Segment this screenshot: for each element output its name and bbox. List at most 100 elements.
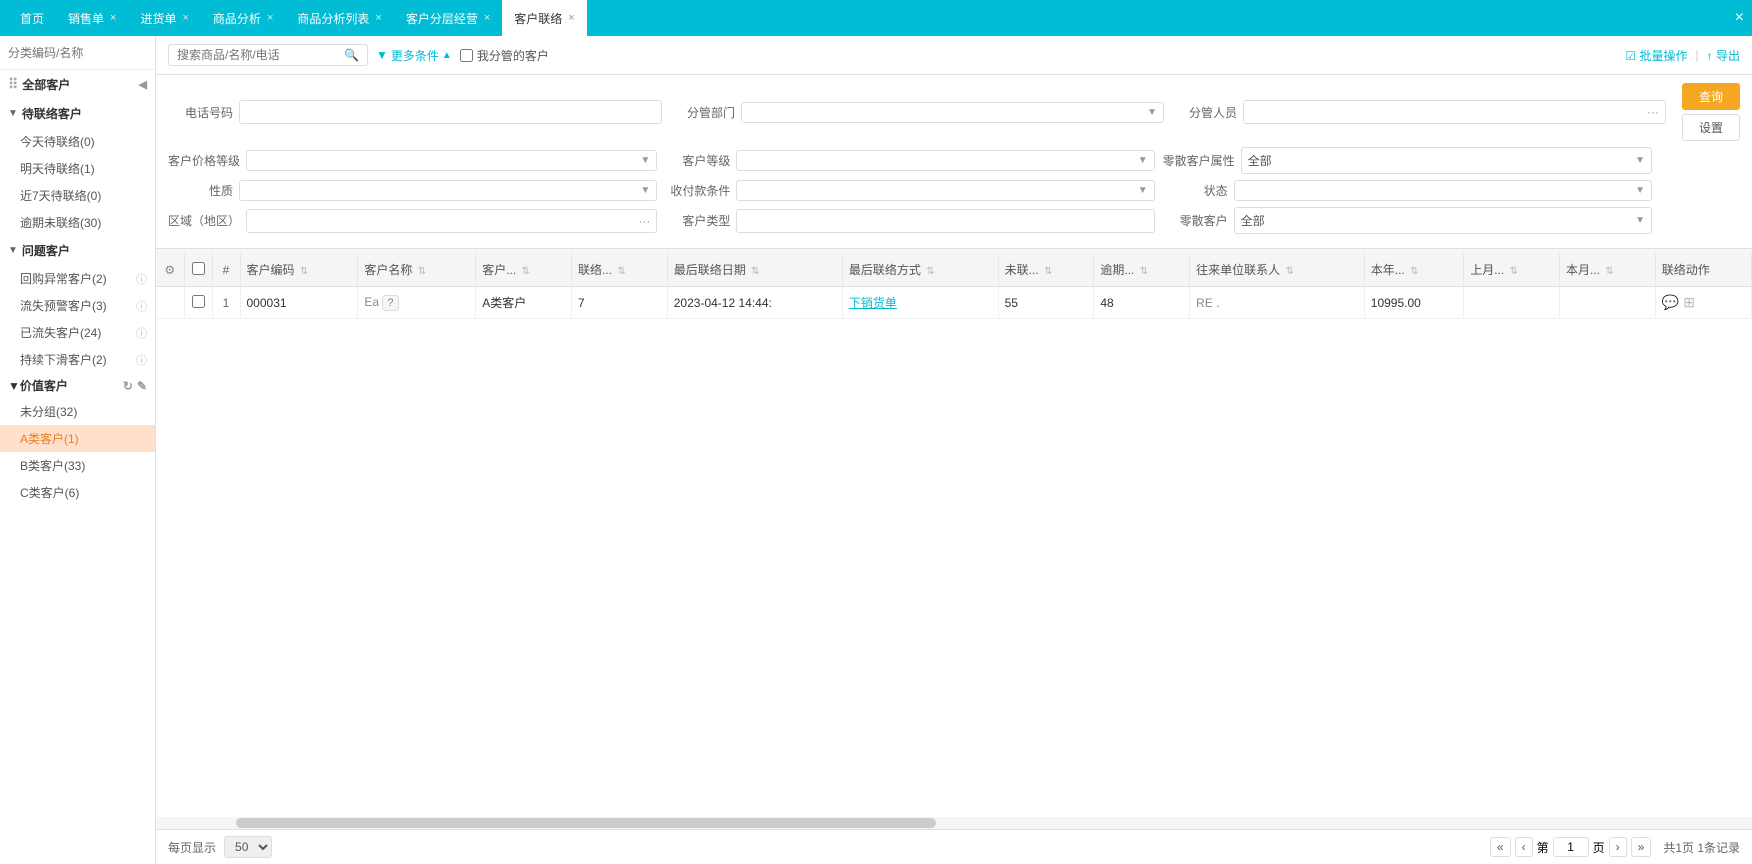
- price-level-select[interactable]: ▼: [246, 150, 657, 171]
- more-filters-btn[interactable]: ▼ 更多条件 ▲: [376, 47, 452, 64]
- unclassified-group[interactable]: 未分组(32): [0, 398, 155, 425]
- abnormal-repurchase[interactable]: 回购异常客户(2) ⓘ: [0, 265, 155, 292]
- first-page-btn[interactable]: «: [1490, 837, 1511, 857]
- sort-method-icon[interactable]: ⇅: [926, 266, 934, 277]
- sort-unit-icon[interactable]: ⇅: [1286, 266, 1294, 277]
- chevron-down-icon5: ▼: [640, 185, 650, 196]
- col-header-no-contact: 未联... ⇅: [998, 253, 1094, 287]
- declining[interactable]: 持续下滑客户(2) ⓘ: [0, 346, 155, 373]
- payment-select[interactable]: ▼: [736, 180, 1154, 201]
- sort-code-icon[interactable]: ⇅: [300, 266, 308, 277]
- customer-level-label: 客户等级: [665, 152, 730, 169]
- nav-tab-purchase[interactable]: 进货单 ×: [128, 0, 200, 36]
- sort-curmonth-icon[interactable]: ⇅: [1605, 266, 1613, 277]
- class-c-customers[interactable]: C类客户(6): [0, 479, 155, 506]
- nav-tab-analysis-list[interactable]: 商品分析列表 ×: [285, 0, 393, 36]
- table-row: 1 000031 Ea ? A类客户 7 2023-04-12 14:44: 下…: [156, 287, 1752, 319]
- page-number-input[interactable]: [1553, 837, 1589, 857]
- close-all-tabs[interactable]: ×: [1735, 9, 1744, 27]
- manager-input[interactable]: ···: [1243, 100, 1666, 124]
- row-overdue-cell: 48: [1094, 287, 1190, 319]
- customer-level-field: 客户等级 ▼: [665, 150, 1154, 171]
- sort-type-icon[interactable]: ⇅: [522, 266, 530, 277]
- contact-method-link[interactable]: 下销货单: [849, 296, 897, 310]
- dept-select[interactable]: ▼: [741, 102, 1164, 123]
- chat-icon[interactable]: 💬: [1662, 294, 1679, 311]
- nav-tab-sales[interactable]: 销售单 ×: [56, 0, 128, 36]
- col-header-unit-contact: 往来单位联系人 ⇅: [1190, 253, 1365, 287]
- row-checkbox[interactable]: [192, 295, 205, 308]
- nav-tab-customer-tier[interactable]: 客户分层经营 ×: [394, 0, 502, 36]
- phone-input[interactable]: [239, 100, 662, 124]
- customer-table: ⚙ # 客户编码 ⇅ 客户名称 ⇅: [156, 253, 1752, 319]
- price-level-label: 客户价格等级: [168, 152, 240, 169]
- sort-overdue-icon[interactable]: ⇅: [1140, 266, 1148, 277]
- row-last-method-cell: 下销货单: [842, 287, 998, 319]
- nav-tab-home[interactable]: 首页: [8, 0, 56, 36]
- sort-date-icon[interactable]: ⇅: [751, 266, 759, 277]
- class-a-customers[interactable]: A类客户(1): [0, 425, 155, 452]
- settings-icon[interactable]: ⚙: [164, 263, 175, 277]
- problem-customers-header[interactable]: ▼ 问题客户: [0, 236, 155, 265]
- last-page-btn[interactable]: »: [1631, 837, 1652, 857]
- nature-select[interactable]: ▼: [239, 180, 657, 201]
- retail-attr-select[interactable]: 全部 ▼: [1241, 147, 1652, 174]
- price-level-field: 客户价格等级 ▼: [168, 150, 657, 171]
- scrollbar-thumb[interactable]: [236, 818, 936, 828]
- close-analysis-tab[interactable]: ×: [267, 12, 273, 24]
- manager-label: 分管人员: [1172, 104, 1237, 121]
- churned[interactable]: 已流失客户(24) ⓘ: [0, 319, 155, 346]
- refresh-icon[interactable]: ↻: [123, 379, 133, 393]
- pending-contact-header[interactable]: ▼ 待联络客户: [0, 99, 155, 128]
- nav-tab-customer-contact[interactable]: 客户联络 ×: [502, 0, 586, 36]
- sort-nocontact-icon[interactable]: ⇅: [1044, 266, 1052, 277]
- churn-warning[interactable]: 流失预警客户(3) ⓘ: [0, 292, 155, 319]
- customer-type-input[interactable]: [736, 209, 1154, 233]
- qr-icon[interactable]: ⊞: [1683, 294, 1695, 311]
- retail-customer-select[interactable]: 全部 ▼: [1234, 207, 1652, 234]
- edit-icon[interactable]: ✎: [137, 379, 147, 393]
- close-analysis-list-tab[interactable]: ×: [375, 12, 381, 24]
- page-size-select[interactable]: 50: [224, 836, 272, 858]
- my-customers-checkbox[interactable]: [460, 49, 473, 62]
- today-pending[interactable]: 今天待联络(0): [0, 128, 155, 155]
- tomorrow-pending[interactable]: 明天待联络(1): [0, 155, 155, 182]
- col-header-action: 联络动作: [1655, 253, 1751, 287]
- prev-page-btn[interactable]: ‹: [1515, 837, 1533, 857]
- overdue-pending[interactable]: 逾期未联络(30): [0, 209, 155, 236]
- collapse-arrow-icon: ◀: [139, 78, 147, 91]
- select-all-checkbox[interactable]: [192, 262, 205, 275]
- batch-ops-btn[interactable]: ☑ 批量操作: [1625, 47, 1687, 64]
- sidebar-search-input[interactable]: [8, 46, 156, 60]
- advanced-filter-panel: 电话号码 分管部门 ▼ 分管人员 ···: [156, 75, 1752, 249]
- retail-customer-field: 零散客户 全部 ▼: [1163, 207, 1652, 234]
- row-type-cell: A类客户: [476, 287, 572, 319]
- horizontal-scrollbar[interactable]: [156, 817, 1752, 829]
- setting-btn[interactable]: 设置: [1682, 114, 1740, 141]
- select-all-col: [184, 253, 212, 287]
- sort-name-icon[interactable]: ⇅: [418, 266, 426, 277]
- chevron-down-icon4: ▼: [1635, 155, 1645, 166]
- region-select[interactable]: ···: [246, 209, 657, 233]
- close-purchase-tab[interactable]: ×: [182, 12, 188, 24]
- status-select[interactable]: ▼: [1234, 180, 1652, 201]
- sort-lastmonth-icon[interactable]: ⇅: [1510, 266, 1518, 277]
- row-settings-cell: [156, 287, 184, 319]
- close-sales-tab[interactable]: ×: [110, 12, 116, 24]
- main-search-input[interactable]: [177, 48, 344, 62]
- col-header-type: 客户... ⇅: [476, 253, 572, 287]
- query-btn[interactable]: 查询: [1682, 83, 1740, 110]
- sort-year-icon[interactable]: ⇅: [1410, 266, 1418, 277]
- class-b-customers[interactable]: B类客户(33): [0, 452, 155, 479]
- close-customer-tier-tab[interactable]: ×: [484, 12, 490, 24]
- nav-tab-analysis[interactable]: 商品分析 ×: [201, 0, 285, 36]
- my-customers-filter[interactable]: 我分管的客户: [460, 47, 549, 64]
- sort-count-icon[interactable]: ⇅: [617, 266, 625, 277]
- next-page-btn[interactable]: ›: [1609, 837, 1627, 857]
- export-btn[interactable]: ↑ 导出: [1707, 47, 1740, 64]
- main-search-icon[interactable]: 🔍: [344, 48, 359, 62]
- sidebar-all-customers[interactable]: ⠿ 全部客户 ◀: [0, 70, 155, 99]
- close-customer-contact-tab[interactable]: ×: [568, 12, 574, 24]
- customer-level-select[interactable]: ▼: [736, 150, 1154, 171]
- week-pending[interactable]: 近7天待联络(0): [0, 182, 155, 209]
